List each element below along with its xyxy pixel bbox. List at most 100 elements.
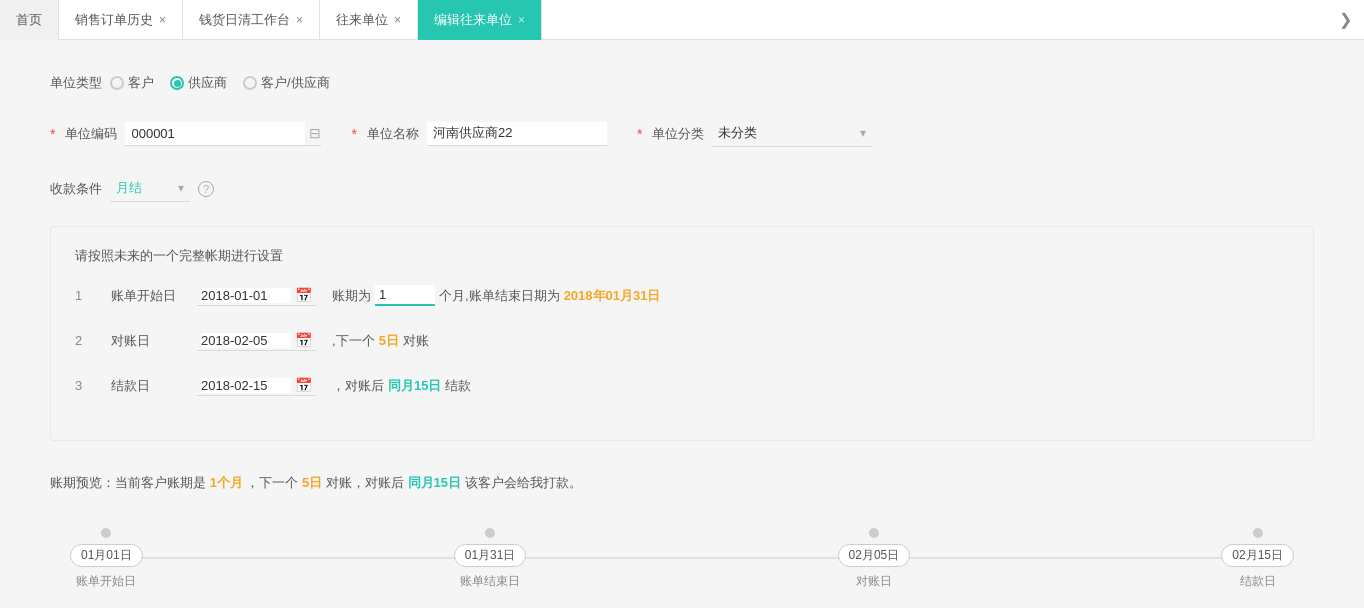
radio-both[interactable]: 客户/供应商 (243, 74, 330, 92)
close-cash-work-icon[interactable]: × (296, 13, 303, 27)
unit-code-input[interactable] (125, 122, 305, 145)
timeline-dot-0 (101, 528, 111, 538)
unit-name-input[interactable] (427, 122, 607, 146)
unit-name-group: * 单位名称 (351, 122, 606, 146)
timeline-items: 01月01日 账单开始日 01月31日 账单结束日 02月05日 对账日 02月… (70, 528, 1294, 590)
tab-edit-partner-label: 编辑往来单位 (434, 11, 512, 29)
timeline-item-0: 01月01日 账单开始日 (70, 528, 143, 590)
timeline-dot-1 (485, 528, 495, 538)
cal-icon-3[interactable]: 📅 (295, 377, 312, 393)
timeline-label-3: 结款日 (1240, 573, 1276, 590)
timeline-badge-1: 01月31日 (454, 544, 527, 567)
timeline-item-1: 01月31日 账单结束日 (454, 528, 527, 590)
payment-terms-select[interactable]: 月结 ▾ (110, 175, 190, 202)
timeline: 01月01日 账单开始日 01月31日 账单结束日 02月05日 对账日 02月… (50, 518, 1314, 608)
desc-after-2: 对账 (403, 332, 429, 350)
copy-icon[interactable]: ⊟ (309, 125, 321, 141)
row-label-2: 对账日 (111, 332, 181, 350)
preview-text: 账期预览：当前客户账期是 1个月 ，下一个 5日 对账，对账后 同月15日 该客… (50, 471, 1314, 494)
tab-sales-history-label: 销售订单历史 (75, 11, 153, 29)
radio-both-label: 客户/供应商 (261, 74, 330, 92)
date-input-3: 📅 (197, 375, 316, 396)
timeline-badge-3: 02月15日 (1221, 544, 1294, 567)
date-value-1[interactable] (201, 288, 291, 303)
unit-class-select[interactable]: 未分类 ▾ (712, 120, 872, 147)
cal-icon-1[interactable]: 📅 (295, 287, 312, 303)
payment-terms-group: 收款条件 月结 ▾ ? (50, 175, 214, 202)
preview-part2: 5日 (302, 475, 322, 490)
radio-customer-label: 客户 (128, 74, 154, 92)
tab-partners-label: 往来单位 (336, 11, 388, 29)
row-num-3: 3 (75, 378, 95, 393)
timeline-badge-2: 02月05日 (838, 544, 911, 567)
tab-home[interactable]: 首页 (0, 0, 59, 40)
tab-more-button[interactable]: ❯ (1327, 0, 1364, 40)
tab-partners[interactable]: 往来单位 × (320, 0, 418, 40)
date-input-2: 📅 (197, 330, 316, 351)
unit-class-dropdown-icon: ▾ (860, 126, 866, 140)
payment-terms-value: 月结 (116, 179, 174, 197)
preview-label: 账期预览：当前客户账期是 (50, 475, 206, 490)
radio-supplier-circle (170, 76, 184, 90)
radio-group: 客户 供应商 客户/供应商 (110, 74, 330, 92)
payment-terms-label: 收款条件 (50, 180, 102, 198)
unit-code-star: * (50, 126, 55, 142)
unit-info-row: * 单位编码 ⊟ * 单位名称 * 单位分类 未分类 ▾ (30, 106, 1334, 161)
radio-supplier[interactable]: 供应商 (170, 74, 227, 92)
radio-supplier-label: 供应商 (188, 74, 227, 92)
desc-before-2: ,下一个 (332, 332, 375, 350)
settings-section: 请按照未来的一个完整帐期进行设置 1 账单开始日 📅 账期为 个月,账单结束日期… (50, 226, 1314, 441)
row-desc-1: 账期为 个月,账单结束日期为 2018年01月31日 (332, 285, 660, 306)
unit-name-label: 单位名称 (367, 125, 419, 143)
close-sales-history-icon[interactable]: × (159, 13, 166, 27)
cal-icon-2[interactable]: 📅 (295, 332, 312, 348)
timeline-label-1: 账单结束日 (460, 573, 520, 590)
data-row-2: 2 对账日 📅 ,下一个 5日 对账 (75, 330, 1289, 351)
unit-name-star: * (351, 126, 356, 142)
row-num-1: 1 (75, 288, 95, 303)
date-value-2[interactable] (201, 333, 291, 348)
row-label-1: 账单开始日 (111, 287, 181, 305)
desc-before-1: 账期为 (332, 287, 371, 305)
preview-section: 账期预览：当前客户账期是 1个月 ，下一个 5日 对账，对账后 同月15日 该客… (30, 451, 1334, 608)
data-row-3: 3 结款日 📅 ，对账后 同月15日 结款 (75, 375, 1289, 396)
help-icon[interactable]: ? (198, 181, 214, 197)
unit-class-star: * (637, 126, 642, 142)
tab-bar: 首页 销售订单历史 × 钱货日清工作台 × 往来单位 × 编辑往来单位 × ❯ (0, 0, 1364, 40)
timeline-label-0: 账单开始日 (76, 573, 136, 590)
radio-both-circle (243, 76, 257, 90)
desc-before-3: ，对账后 (332, 377, 384, 395)
row-label-3: 结款日 (111, 377, 181, 395)
close-partners-icon[interactable]: × (394, 13, 401, 27)
radio-customer[interactable]: 客户 (110, 74, 154, 92)
period-input[interactable] (375, 285, 435, 306)
timeline-badge-0: 01月01日 (70, 544, 143, 567)
highlight-3: 同月15日 (388, 377, 441, 395)
row-num-2: 2 (75, 333, 95, 348)
unit-class-value: 未分类 (718, 124, 856, 142)
unit-class-label: 单位分类 (652, 125, 704, 143)
tab-home-label: 首页 (16, 11, 42, 29)
unit-type-group: 单位类型 客户 供应商 客户/供应商 (50, 74, 330, 92)
preview-sep2: 对账，对账后 (326, 475, 404, 490)
highlight-2: 5日 (379, 332, 399, 350)
date-input-1: 📅 (197, 285, 316, 306)
desc-after-1: 个月,账单结束日期为 (439, 287, 560, 305)
close-edit-partner-icon[interactable]: × (518, 13, 525, 27)
preview-sep1: ，下一个 (246, 475, 298, 490)
timeline-dot-2 (869, 528, 879, 538)
tab-sales-history[interactable]: 销售订单历史 × (59, 0, 183, 40)
timeline-label-2: 对账日 (856, 573, 892, 590)
radio-customer-circle (110, 76, 124, 90)
timeline-item-3: 02月15日 结款日 (1221, 528, 1294, 590)
tab-cash-work[interactable]: 钱货日清工作台 × (183, 0, 320, 40)
tab-cash-work-label: 钱货日清工作台 (199, 11, 290, 29)
row-desc-2: ,下一个 5日 对账 (332, 332, 429, 350)
payment-terms-dropdown-icon: ▾ (178, 181, 184, 195)
tab-edit-partner[interactable]: 编辑往来单位 × (418, 0, 542, 40)
main-content: 单位类型 客户 供应商 客户/供应商 * 单位编码 (0, 40, 1364, 608)
section-instruction: 请按照未来的一个完整帐期进行设置 (75, 247, 1289, 265)
timeline-dot-3 (1253, 528, 1263, 538)
date-value-3[interactable] (201, 378, 291, 393)
unit-code-input-wrapper: ⊟ (125, 122, 321, 146)
